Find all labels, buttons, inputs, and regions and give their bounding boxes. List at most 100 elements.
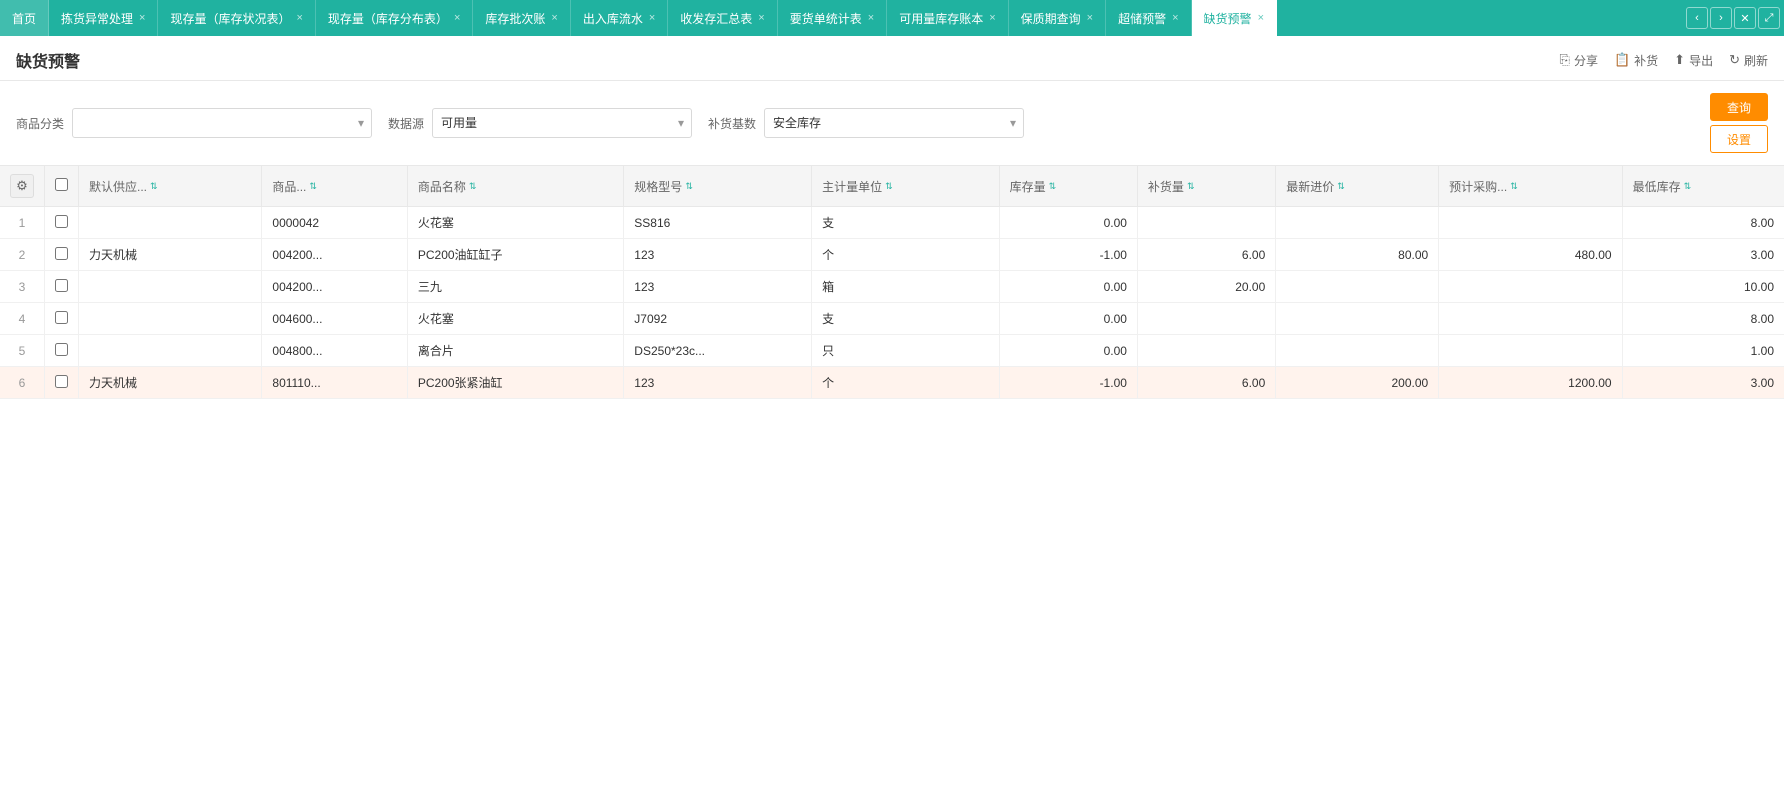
tab-liushui[interactable]: 出入库流水 × bbox=[571, 0, 668, 36]
tab-shoufa[interactable]: 收发存汇总表 × bbox=[668, 0, 777, 36]
close-icon[interactable]: × bbox=[758, 12, 764, 24]
tab-pipei[interactable]: 库存批次账 × bbox=[473, 0, 570, 36]
th-name[interactable]: 商品名称 ⇅ bbox=[407, 166, 623, 207]
th-restock[interactable]: 补货量 ⇅ bbox=[1137, 166, 1275, 207]
close-icon[interactable]: × bbox=[296, 12, 302, 24]
row-code: 004200... bbox=[262, 239, 407, 271]
row-number: 3 bbox=[0, 271, 45, 303]
restock-button[interactable]: 📋 补货 bbox=[1614, 52, 1658, 69]
datasource-select-wrapper: 可用量 库存量 bbox=[432, 108, 692, 138]
close-icon[interactable]: × bbox=[139, 12, 145, 24]
datasource-select[interactable]: 可用量 库存量 bbox=[432, 108, 692, 138]
tab-chaoe[interactable]: 超储预警 × bbox=[1106, 0, 1191, 36]
close-icon[interactable]: × bbox=[989, 12, 995, 24]
tab-prev-button[interactable]: ‹ bbox=[1686, 7, 1708, 29]
tab-yaohu[interactable]: 要货单统计表 × bbox=[778, 0, 887, 36]
close-icon[interactable]: × bbox=[454, 12, 460, 24]
row-supplier bbox=[79, 335, 262, 367]
th-stock[interactable]: 库存量 ⇅ bbox=[999, 166, 1137, 207]
th-latestprice[interactable]: 最新进价 ⇅ bbox=[1276, 166, 1439, 207]
th-minstock[interactable]: 最低库存 ⇅ bbox=[1622, 166, 1784, 207]
row-estimatedbuy bbox=[1439, 303, 1622, 335]
row-minstock: 1.00 bbox=[1622, 335, 1784, 367]
close-icon[interactable]: × bbox=[649, 12, 655, 24]
row-spec: J7092 bbox=[624, 303, 812, 335]
close-icon[interactable]: × bbox=[1087, 12, 1093, 24]
row-name: 三九 bbox=[407, 271, 623, 303]
close-icon[interactable]: × bbox=[868, 12, 874, 24]
row-unit: 个 bbox=[812, 239, 999, 271]
tab-nav-buttons: ‹ › ✕ ⤢ bbox=[1682, 7, 1784, 29]
export-button[interactable]: ⬆ 导出 bbox=[1674, 52, 1713, 69]
close-icon[interactable]: × bbox=[551, 12, 557, 24]
select-all-checkbox[interactable] bbox=[55, 178, 68, 191]
th-code[interactable]: 商品... ⇅ bbox=[262, 166, 407, 207]
row-checkbox[interactable] bbox=[55, 279, 68, 292]
row-unit: 支 bbox=[812, 207, 999, 239]
row-checkbox[interactable] bbox=[55, 247, 68, 260]
th-spec[interactable]: 规格型号 ⇅ bbox=[624, 166, 812, 207]
tab-home[interactable]: 首页 bbox=[0, 0, 49, 36]
row-name: 火花塞 bbox=[407, 303, 623, 335]
filter-area: 商品分类 数据源 可用量 库存量 补货基数 安全库存 bbox=[0, 81, 1784, 166]
query-button[interactable]: 查询 bbox=[1710, 93, 1768, 121]
datasource-label: 数据源 bbox=[388, 115, 424, 132]
tab-tiaozhan[interactable]: 拣货异常处理 × bbox=[49, 0, 158, 36]
row-spec: 123 bbox=[624, 239, 812, 271]
tab-close-button[interactable]: ✕ bbox=[1734, 7, 1756, 29]
row-checkbox[interactable] bbox=[55, 215, 68, 228]
restockbase-select[interactable]: 安全库存 最低库存 bbox=[764, 108, 1024, 138]
tab-xianzun1[interactable]: 现存量（库存状况表） × bbox=[158, 0, 315, 36]
row-latestprice bbox=[1276, 335, 1439, 367]
row-spec: 123 bbox=[624, 367, 812, 399]
row-minstock: 3.00 bbox=[1622, 239, 1784, 271]
tab-keyong[interactable]: 可用量库存账本 × bbox=[887, 0, 1008, 36]
filter-actions: 查询 设置 bbox=[1710, 93, 1768, 153]
tab-quehuo[interactable]: 缺货预警 × bbox=[1192, 0, 1277, 36]
category-select[interactable] bbox=[72, 108, 372, 138]
row-latestprice bbox=[1276, 207, 1439, 239]
tab-xianzun2[interactable]: 现存量（库存分布表） × bbox=[316, 0, 473, 36]
row-checkbox-cell bbox=[45, 271, 79, 303]
row-checkbox[interactable] bbox=[55, 311, 68, 324]
row-minstock: 10.00 bbox=[1622, 271, 1784, 303]
row-estimatedbuy bbox=[1439, 207, 1622, 239]
row-estimatedbuy bbox=[1439, 271, 1622, 303]
table-row: 6 力天机械 801110... PC200张紧油缸 123 个 -1.00 6… bbox=[0, 367, 1784, 399]
table-container: ⚙ 默认供应... ⇅ 商品... ⇅ bbox=[0, 166, 1784, 399]
tab-expand-button[interactable]: ⤢ bbox=[1758, 7, 1780, 29]
row-checkbox-cell bbox=[45, 335, 79, 367]
row-checkbox-cell bbox=[45, 239, 79, 271]
sort-icon: ⇅ bbox=[685, 181, 693, 192]
row-minstock: 8.00 bbox=[1622, 207, 1784, 239]
row-estimatedbuy: 1200.00 bbox=[1439, 367, 1622, 399]
tab-baozhiqi[interactable]: 保质期查询 × bbox=[1009, 0, 1106, 36]
row-restock bbox=[1137, 335, 1275, 367]
close-icon[interactable]: × bbox=[1172, 12, 1178, 24]
gear-settings-button[interactable]: ⚙ bbox=[10, 174, 34, 198]
row-supplier bbox=[79, 271, 262, 303]
settings-button[interactable]: 设置 bbox=[1710, 125, 1768, 153]
th-supplier[interactable]: 默认供应... ⇅ bbox=[79, 166, 262, 207]
row-number: 4 bbox=[0, 303, 45, 335]
row-checkbox[interactable] bbox=[55, 343, 68, 356]
category-label: 商品分类 bbox=[16, 115, 64, 132]
row-stock: -1.00 bbox=[999, 367, 1137, 399]
refresh-button[interactable]: ↻ 刷新 bbox=[1729, 52, 1768, 69]
tab-bar: 首页 拣货异常处理 × 现存量（库存状况表） × 现存量（库存分布表） × 库存… bbox=[0, 0, 1784, 36]
row-latestprice: 80.00 bbox=[1276, 239, 1439, 271]
th-unit[interactable]: 主计量单位 ⇅ bbox=[812, 166, 999, 207]
row-number: 5 bbox=[0, 335, 45, 367]
share-button[interactable]: ⎘ 分享 bbox=[1560, 52, 1598, 69]
close-icon[interactable]: × bbox=[1258, 12, 1264, 24]
tab-next-button[interactable]: › bbox=[1710, 7, 1732, 29]
row-restock: 6.00 bbox=[1137, 367, 1275, 399]
row-checkbox[interactable] bbox=[55, 375, 68, 388]
category-select-wrapper bbox=[72, 108, 372, 138]
sort-icon: ⇅ bbox=[150, 181, 158, 192]
row-name: PC200油缸缸子 bbox=[407, 239, 623, 271]
row-checkbox-cell bbox=[45, 367, 79, 399]
row-stock: 0.00 bbox=[999, 271, 1137, 303]
th-estimatedbuy[interactable]: 预计采购... ⇅ bbox=[1439, 166, 1622, 207]
share-icon: ⎘ bbox=[1560, 52, 1570, 68]
